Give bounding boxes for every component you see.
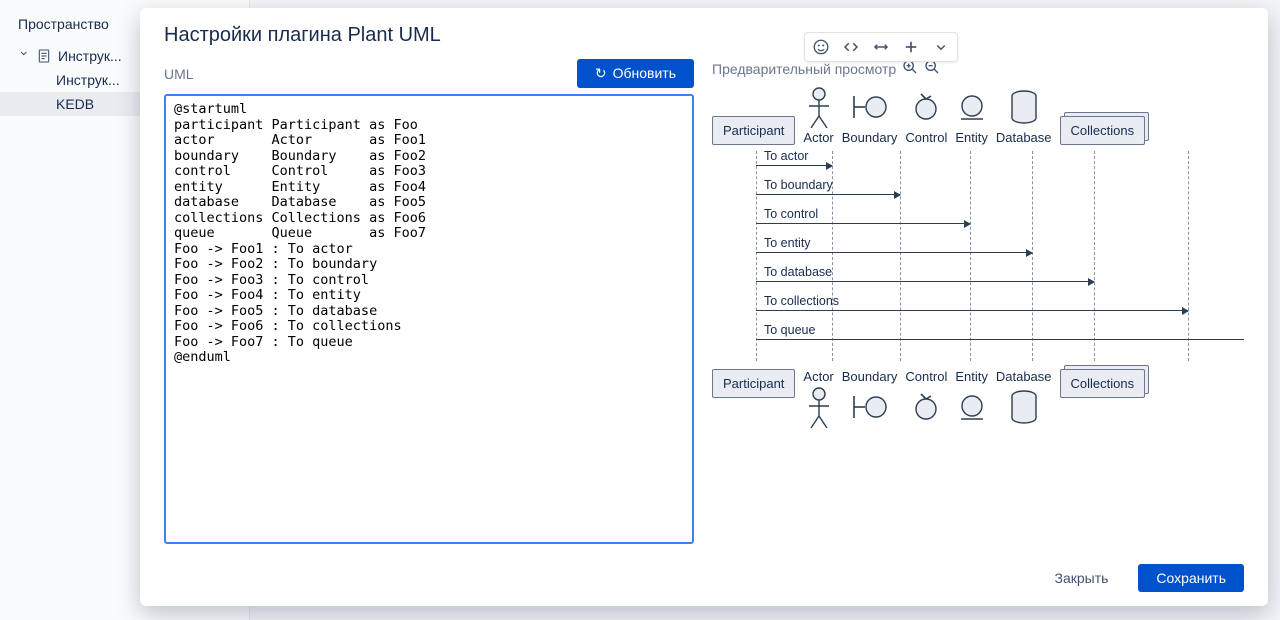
message-label: To actor (764, 149, 808, 163)
message-label: To queue (764, 323, 815, 337)
lifeline (1094, 151, 1095, 361)
refresh-icon: ↻ (595, 65, 607, 82)
close-button[interactable]: Закрыть (1037, 564, 1127, 592)
lane-database: Database (996, 86, 1052, 145)
participant-box: Participant (712, 369, 795, 398)
message-label: To collections (764, 294, 839, 308)
lane-collections: CollectionsCollections (1060, 369, 1146, 398)
message-arrow: To actor (756, 165, 832, 166)
preview-label: Предварительный просмотр (712, 61, 896, 77)
lifeline (970, 151, 971, 361)
save-button[interactable]: Сохранить (1138, 564, 1244, 592)
dialog-title: Настройки плагина Plant UML (140, 8, 1268, 59)
lifeline (900, 151, 901, 361)
message-arrow: To collections (756, 310, 1188, 311)
lane-actor: Actor (803, 369, 833, 428)
collections-box: Collections (1060, 116, 1146, 145)
lane-control: Control (905, 369, 947, 428)
message-label: To boundary (764, 178, 833, 192)
lane-entity: Entity (955, 369, 988, 428)
message-label: To database (764, 265, 832, 279)
lane-database: Database (996, 369, 1052, 428)
lane-collections: CollectionsCollections (1060, 116, 1146, 145)
participant-box: Participant (712, 116, 795, 145)
macro-toolbar (804, 32, 958, 62)
lane-participant: Participant (712, 116, 795, 145)
preview-canvas: ParticipantActorBoundaryControlEntityDat… (712, 84, 1244, 544)
message-arrow: To control (756, 223, 970, 224)
lane-participant: Participant (712, 369, 795, 398)
refresh-button[interactable]: ↻Обновить (577, 59, 694, 88)
message-arrow: To queue (756, 339, 1244, 340)
emoji-icon[interactable] (811, 37, 831, 57)
message-arrow: To database (756, 281, 1094, 282)
collections-box: Collections (1060, 369, 1146, 398)
uml-code-input[interactable] (164, 94, 694, 544)
message-arrow: To boundary (756, 194, 900, 195)
message-arrow: To entity (756, 252, 1032, 253)
plantuml-settings-dialog: Настройки плагина Plant UML UML ↻Обновит… (140, 8, 1268, 606)
code-icon[interactable] (841, 37, 861, 57)
message-label: To entity (764, 236, 811, 250)
uml-label: UML (164, 66, 194, 82)
lane-boundary: Boundary (842, 369, 898, 428)
lane-control: Control (905, 86, 947, 145)
lifeline (1188, 151, 1189, 361)
chevron-down-icon[interactable] (931, 37, 951, 57)
lane-entity: Entity (955, 86, 988, 145)
resize-icon[interactable] (871, 37, 891, 57)
lifeline (756, 151, 757, 361)
plus-icon[interactable] (901, 37, 921, 57)
message-label: To control (764, 207, 818, 221)
lane-actor: Actor (803, 86, 833, 145)
lane-boundary: Boundary (842, 86, 898, 145)
